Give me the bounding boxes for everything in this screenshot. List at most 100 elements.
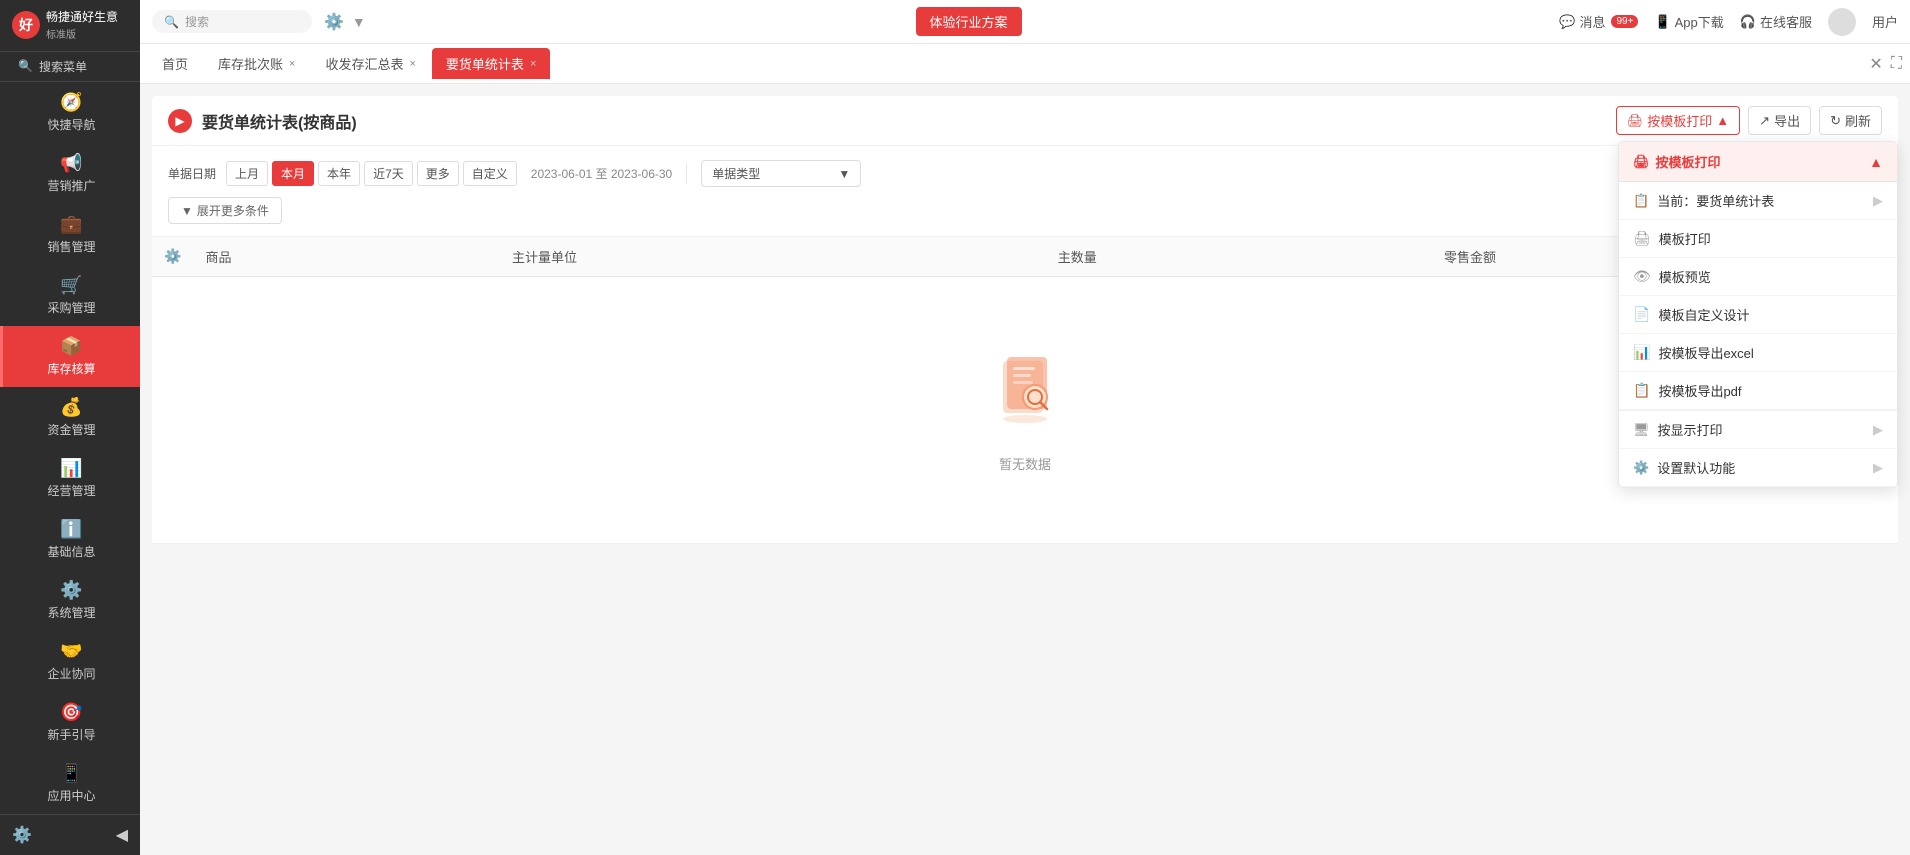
empty-text: 暂无数据 [999,454,1051,473]
message-item[interactable]: 💬 消息 99+ [1559,12,1638,31]
app-name: 畅捷通好生意 [46,10,118,26]
dropdown-item-template-preview[interactable]: 👁 模板预览 [1619,258,1897,296]
tab-bar: 首页 库存批次账 × 收发存汇总表 × 要货单统计表 × ✕ ⛶ [140,44,1910,84]
tab-order-stats-close[interactable]: × [530,58,536,70]
marketing-icon: 📢 [60,153,82,174]
sidebar-item-inventory[interactable]: 📦 库存核算 [0,326,140,387]
set-default-icon: ⚙️ [1633,460,1649,476]
date-buttons: 上月 本月 本年 近7天 更多 自定义 [226,161,517,186]
empty-icon [985,347,1065,442]
dropdown-item-label: 按模板导出pdf [1658,381,1741,400]
sidebar-item-enterprise[interactable]: 🤝 企业协同 [0,631,140,692]
sidebar-item-label: 新手引导 [47,726,95,743]
dropdown-current-item[interactable]: 📋 当前：要货单统计表 ▶ [1619,182,1897,220]
export-button[interactable]: ↗ 导出 [1748,106,1811,135]
app-download-icon: 📱 [1654,14,1670,30]
date-btn-last-month[interactable]: 上月 [226,161,268,186]
table-header-unit: 主计量单位 [500,237,1046,277]
dropdown-display-print[interactable]: 🖥 按显示打印 ▶ [1619,411,1897,449]
dropdown-header[interactable]: 🖨 按模板打印 ▲ [1619,142,1897,182]
date-btn-this-month[interactable]: 本月 [272,161,314,186]
header-chevron-icon[interactable]: ▼ [352,14,366,30]
sidebar-item-apps[interactable]: 📱 应用中心 [0,753,140,814]
window-close-button[interactable]: ✕ [1869,54,1882,74]
dropdown-set-default[interactable]: ⚙️ 设置默认功能 ▶ [1619,449,1897,487]
tab-batch-account[interactable]: 库存批次账 × [204,48,309,79]
tab-bar-right: ✕ ⛶ [1869,54,1902,74]
basic-info-icon: ℹ️ [60,519,82,540]
expand-filter-button[interactable]: ▼ 展开更多条件 [168,197,282,224]
sidebar-search[interactable]: 🔍 搜索菜单 [0,52,140,82]
app-version: 标准版 [46,26,118,41]
tab-collection-summary-close[interactable]: × [409,58,415,70]
tab-batch-account-close[interactable]: × [289,58,295,70]
sidebar-item-label: 基础信息 [47,543,95,560]
page-title-right: 🖨 按模板打印 ▲ ↗ 导出 ↻ 刷新 [1616,106,1882,135]
settings-icon[interactable]: ⚙️ [12,825,32,845]
apps-icon: 📱 [60,763,82,784]
app-download-item[interactable]: 📱 App下载 [1654,12,1723,31]
sidebar-item-label: 经营管理 [47,482,95,499]
dropdown-item-template-print[interactable]: 🖨 模板打印 [1619,220,1897,258]
main-area: 🔍 搜索 ⚙️ ▼ 体验行业方案 💬 消息 99+ 📱 App下载 🎧 在线客服 [140,0,1910,855]
sidebar-item-label: 系统管理 [47,604,95,621]
sidebar-nav: 🧭 快捷导航 📢 营销推广 💼 销售管理 🛒 采购管理 📦 库存核算 💰 资金管… [0,82,140,814]
tab-home[interactable]: 首页 [148,48,202,79]
refresh-icon: ↻ [1830,113,1841,129]
sidebar-item-finance[interactable]: 💰 资金管理 [0,387,140,448]
export-excel-icon: 📊 [1633,344,1650,361]
online-service-item[interactable]: 🎧 在线客服 [1740,12,1812,31]
date-range-display: 2023-06-01 至 2023-06-30 [531,165,672,182]
sidebar-item-label: 快捷导航 [47,116,95,133]
sidebar-item-quick-nav[interactable]: 🧭 快捷导航 [0,82,140,143]
current-template-icon: 📋 [1633,193,1649,209]
filter-separator [686,164,687,184]
message-badge: 99+ [1611,15,1638,28]
template-print-dropdown: 🖨 按模板打印 ▲ 📋 当前：要货单统计表 ▶ 🖨 模板打印 👁 模板预览 [1618,141,1898,488]
set-default-chevron: ▶ [1873,460,1883,476]
dropdown-item-label: 模板预览 [1659,267,1711,286]
date-label: 单据日期 [168,165,216,182]
sidebar-item-label: 企业协同 [47,665,95,682]
sidebar-item-sales[interactable]: 💼 销售管理 [0,204,140,265]
purchase-icon: 🛒 [60,275,82,296]
sidebar-item-operations[interactable]: 📊 经营管理 [0,448,140,509]
message-icon: 💬 [1559,14,1575,30]
current-template-label: 当前：要货单统计表 [1657,191,1774,210]
sidebar-item-guide[interactable]: 🎯 新手引导 [0,692,140,753]
sidebar-item-basic-info[interactable]: ℹ️ 基础信息 [0,509,140,570]
app-download-label: App下载 [1675,12,1724,31]
date-btn-more[interactable]: 更多 [417,161,459,186]
export-icon: ↗ [1759,113,1770,129]
template-print-button[interactable]: 🖨 按模板打印 ▲ [1616,106,1740,135]
sidebar-item-purchase[interactable]: 🛒 采购管理 [0,265,140,326]
template-custom-icon: 📄 [1633,306,1650,323]
date-btn-custom[interactable]: 自定义 [463,161,517,186]
date-btn-7days[interactable]: 近7天 [364,161,413,186]
dropdown-item-label: 按模板导出excel [1658,343,1753,362]
trial-button[interactable]: 体验行业方案 [916,7,1022,36]
collapse-icon[interactable]: ◀ [116,825,128,845]
tab-order-stats[interactable]: 要货单统计表 × [432,48,550,79]
refresh-button[interactable]: ↻ 刷新 [1819,106,1882,135]
sidebar-item-label: 应用中心 [47,787,95,804]
dropdown-item-template-custom[interactable]: 📄 模板自定义设计 [1619,296,1897,334]
quick-nav-icon: 🧭 [60,92,82,113]
tab-collection-summary[interactable]: 收发存汇总表 × [311,48,429,79]
system-icon: ⚙️ [60,580,82,601]
table-gear-icon[interactable]: ⚙️ [164,248,181,264]
sidebar-bottom: ⚙️ ◀ [0,814,140,855]
sidebar-collapse-button[interactable]: ▶ [168,109,192,133]
header-search-box[interactable]: 🔍 搜索 [152,10,312,33]
user-avatar[interactable] [1828,8,1856,36]
dropdown-item-export-pdf[interactable]: 📋 按模板导出pdf [1619,372,1897,410]
sidebar-item-marketing[interactable]: 📢 营销推广 [0,143,140,204]
window-maximize-button[interactable]: ⛶ [1891,55,1902,73]
header-gear-icon[interactable]: ⚙️ [324,12,344,32]
tab-collection-summary-label: 收发存汇总表 [325,54,403,73]
doc-type-select[interactable]: 单据类型 ▼ [701,160,861,187]
sidebar-item-label: 库存核算 [47,360,95,377]
date-btn-this-year[interactable]: 本年 [318,161,360,186]
dropdown-item-export-excel[interactable]: 📊 按模板导出excel [1619,334,1897,372]
sidebar-item-system[interactable]: ⚙️ 系统管理 [0,570,140,631]
